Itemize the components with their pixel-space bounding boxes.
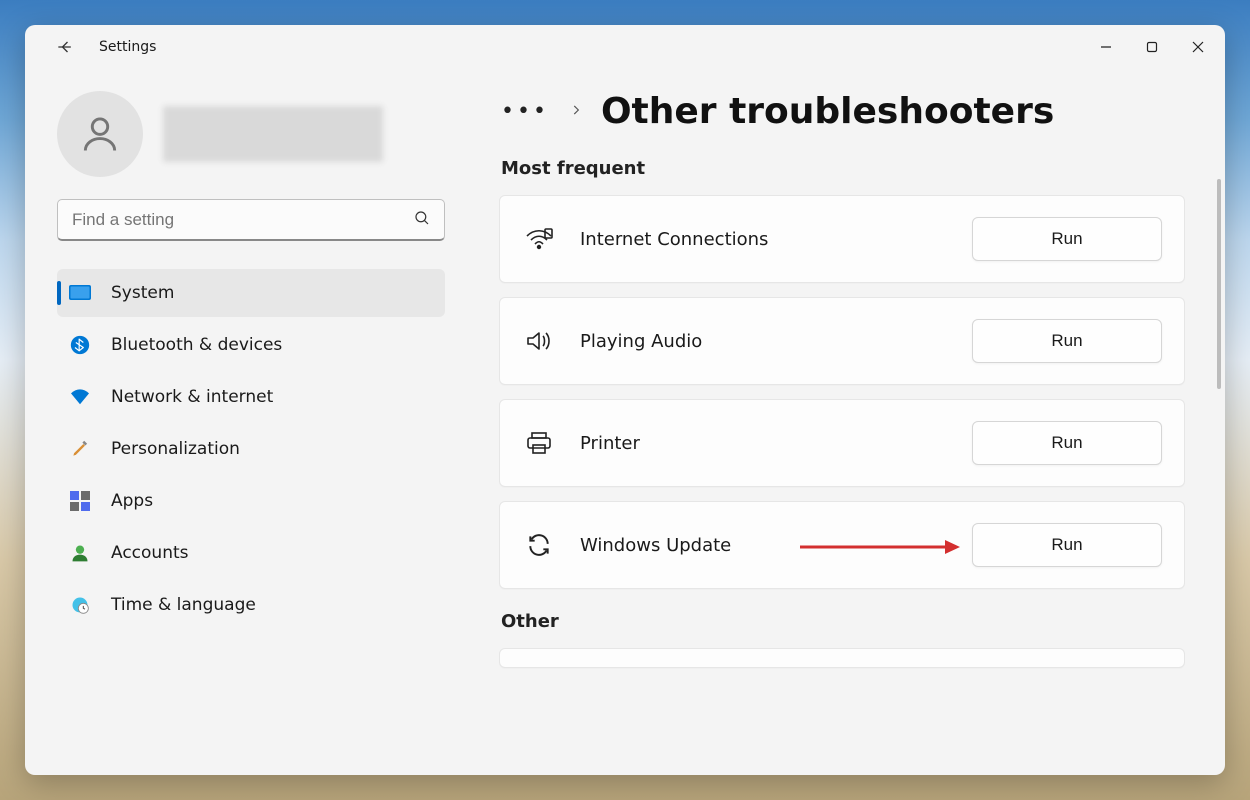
troubleshooter-printer: Printer Run [499,399,1185,487]
app-title: Settings [99,39,156,55]
avatar [57,91,143,177]
search-box[interactable] [57,199,445,241]
troubleshooter-windows-update: Windows Update Run [499,501,1185,589]
search-input[interactable] [57,199,445,241]
paintbrush-icon [69,438,91,460]
sidebar-item-network[interactable]: Network & internet [57,373,445,421]
apps-icon [69,490,91,512]
sidebar: System Bluetooth & devices Network & int… [25,69,465,775]
run-button[interactable]: Run [972,217,1162,261]
breadcrumb-more-icon[interactable]: ••• [499,97,551,127]
run-button[interactable]: Run [972,421,1162,465]
run-button[interactable]: Run [972,319,1162,363]
troubleshooter-label: Printer [580,433,972,454]
bluetooth-icon [69,334,91,356]
clock-globe-icon [69,594,91,616]
scrollbar[interactable] [1217,179,1221,389]
speaker-icon [522,329,556,353]
troubleshooter-label: Playing Audio [580,331,972,352]
maximize-icon [1146,41,1158,53]
refresh-icon [522,532,556,558]
section-heading-most-frequent: Most frequent [501,158,1185,179]
sidebar-item-label: System [111,283,174,303]
minimize-icon [1100,41,1112,53]
sidebar-item-label: Bluetooth & devices [111,335,282,355]
search-icon [413,209,431,231]
sidebar-item-label: Apps [111,491,153,511]
account-icon [69,542,91,564]
sidebar-item-apps[interactable]: Apps [57,477,445,525]
settings-window: Settings [25,25,1225,775]
person-icon [78,112,122,156]
sidebar-item-label: Network & internet [111,387,273,407]
sidebar-item-personalization[interactable]: Personalization [57,425,445,473]
user-name-redacted [163,106,383,162]
chevron-right-icon [569,102,583,121]
section-heading-other: Other [501,611,1185,632]
sidebar-nav: System Bluetooth & devices Network & int… [57,269,445,629]
titlebar: Settings [25,25,1225,69]
wifi-alert-icon [522,227,556,251]
minimize-button[interactable] [1083,27,1129,67]
arrow-left-icon [55,37,75,57]
sidebar-item-label: Time & language [111,595,256,615]
sidebar-item-time-language[interactable]: Time & language [57,581,445,629]
sidebar-item-bluetooth[interactable]: Bluetooth & devices [57,321,445,369]
back-button[interactable] [45,27,85,67]
main-content: ••• Other troubleshooters Most frequent … [465,69,1225,775]
maximize-button[interactable] [1129,27,1175,67]
sidebar-item-label: Accounts [111,543,189,563]
printer-icon [522,431,556,455]
sidebar-item-system[interactable]: System [57,269,445,317]
troubleshooter-internet-connections: Internet Connections Run [499,195,1185,283]
troubleshooter-label: Internet Connections [580,229,972,250]
close-icon [1192,41,1204,53]
wifi-icon [69,386,91,408]
profile-block[interactable] [57,91,445,177]
troubleshooter-other-placeholder [499,648,1185,668]
troubleshooter-playing-audio: Playing Audio Run [499,297,1185,385]
page-title: Other troubleshooters [601,91,1054,132]
sidebar-item-label: Personalization [111,439,240,459]
close-button[interactable] [1175,27,1221,67]
run-button[interactable]: Run [972,523,1162,567]
display-icon [69,282,91,304]
troubleshooter-label: Windows Update [580,535,972,556]
sidebar-item-accounts[interactable]: Accounts [57,529,445,577]
breadcrumb: ••• Other troubleshooters [499,91,1185,132]
